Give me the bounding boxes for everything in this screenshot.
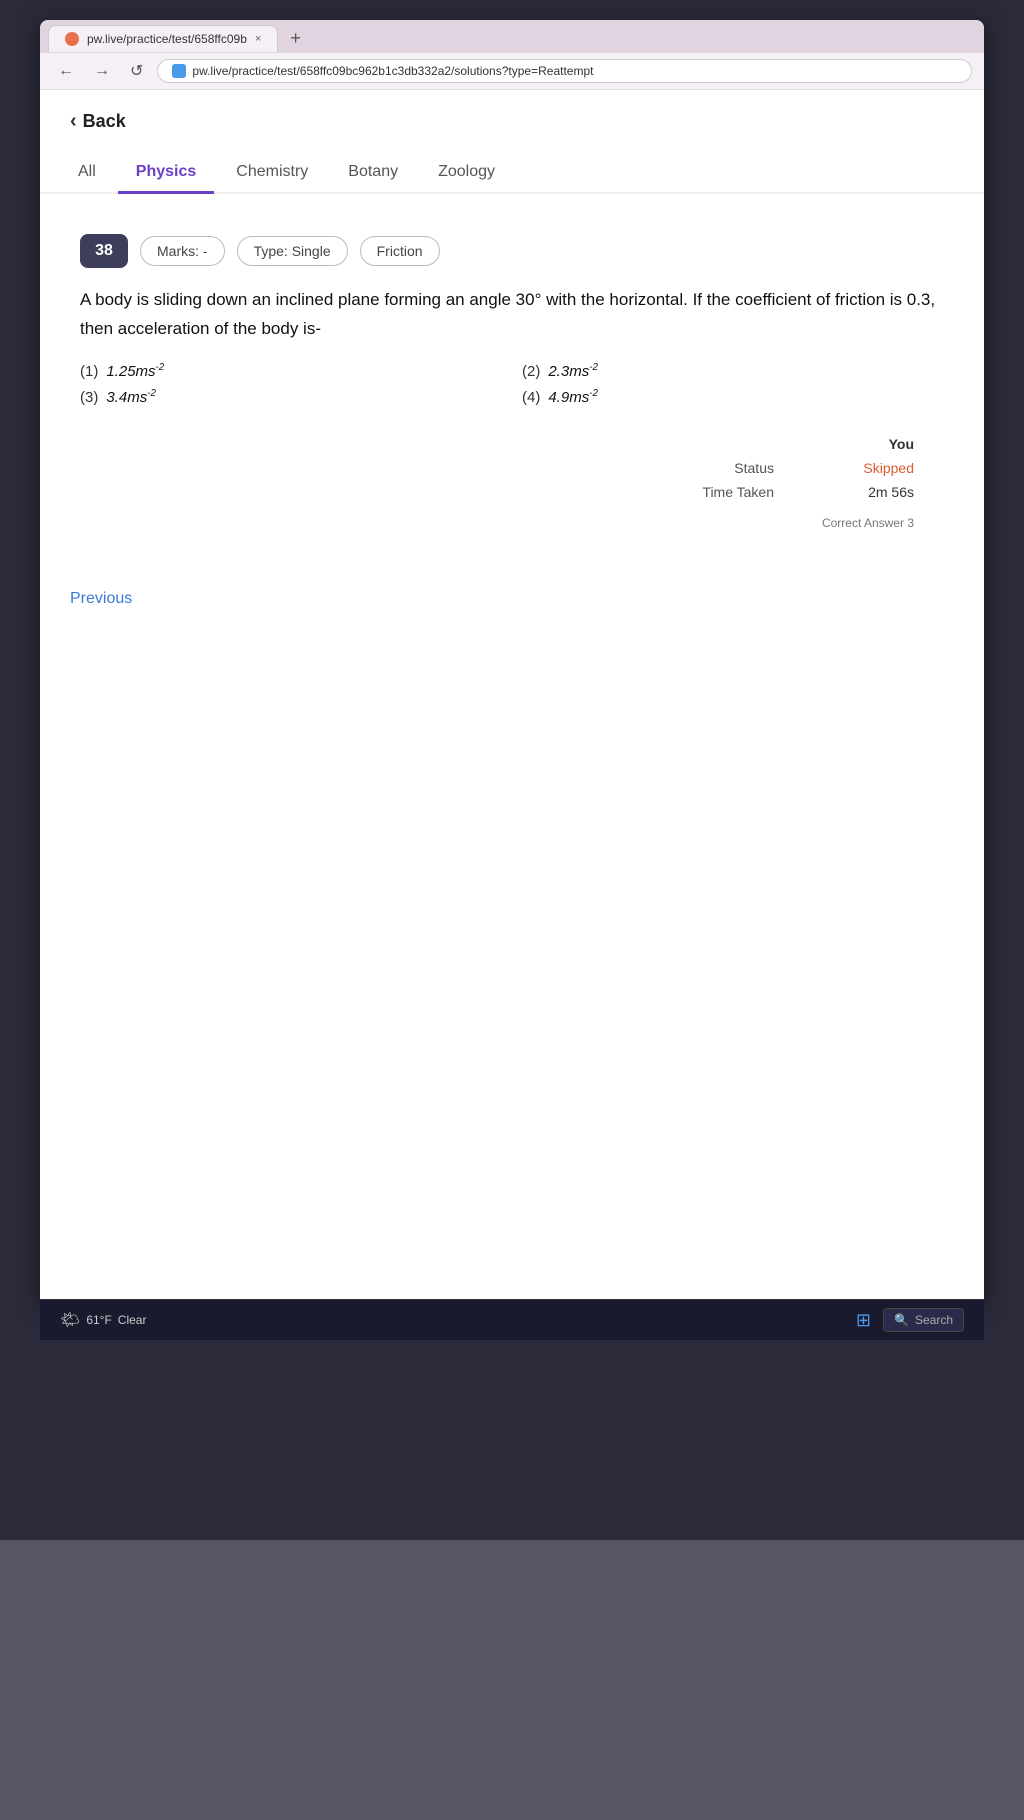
weather-desc: Clear: [118, 1313, 147, 1327]
tab-chemistry[interactable]: Chemistry: [218, 153, 326, 194]
previous-button[interactable]: Previous: [70, 590, 132, 608]
back-label: Back: [83, 111, 126, 132]
address-bar-row: ← → ↺ pw.live/practice/test/658ffc09bc96…: [40, 53, 984, 90]
search-icon: 🔍: [894, 1313, 909, 1327]
tab-bar: pw.live/practice/test/658ffc09b × +: [40, 20, 984, 53]
taskbar-left: 🌤 61°F Clear: [60, 1310, 146, 1330]
question-card: 38 Marks: - Type: Single Friction A body…: [60, 214, 964, 550]
question-text: A body is sliding down an inclined plane…: [80, 286, 944, 344]
marks-badge: Marks: -: [140, 236, 225, 266]
nav-bottom: Previous: [40, 570, 984, 628]
you-label: You: [889, 436, 914, 452]
time-value: 2m 56s: [834, 484, 914, 500]
status-row: Status Skipped: [80, 460, 914, 476]
tab-favicon: [65, 32, 79, 46]
subject-tabs: All Physics Chemistry Botany Zoology: [40, 143, 984, 194]
browser-tab[interactable]: pw.live/practice/test/658ffc09b ×: [48, 25, 278, 52]
back-chevron-icon: ‹: [70, 110, 77, 133]
back-nav[interactable]: ‹ Back: [40, 90, 984, 143]
option-1-val: 1.25ms-2: [106, 362, 164, 380]
taskbar-right: ⊞ 🔍 Search: [856, 1308, 964, 1332]
tab-botany[interactable]: Botany: [330, 153, 416, 194]
address-url: pw.live/practice/test/658ffc09bc962b1c3d…: [192, 64, 593, 78]
option-4-num: (4): [522, 389, 540, 406]
option-2-num: (2): [522, 363, 540, 380]
tab-title: pw.live/practice/test/658ffc09b: [87, 32, 247, 46]
search-label: Search: [915, 1313, 953, 1327]
type-badge: Type: Single: [237, 236, 348, 266]
status-section: You Status Skipped Time Taken 2m 56s Cor…: [80, 436, 944, 530]
tab-physics[interactable]: Physics: [118, 153, 214, 194]
question-number: 38: [80, 234, 128, 268]
option-3[interactable]: (3) 3.4ms-2: [80, 388, 502, 406]
option-2[interactable]: (2) 2.3ms-2: [522, 362, 944, 380]
weather-icon: 🌤: [60, 1310, 80, 1330]
page-content: ‹ Back All Physics Chemistry Botany Zoo: [40, 90, 984, 1299]
forward-button[interactable]: →: [88, 60, 116, 82]
status-label: Status: [734, 460, 774, 476]
address-bar[interactable]: pw.live/practice/test/658ffc09bc962b1c3d…: [157, 59, 972, 83]
option-4[interactable]: (4) 4.9ms-2: [522, 388, 944, 406]
taskbar: 🌤 61°F Clear ⊞ 🔍 Search: [40, 1299, 984, 1340]
refresh-button[interactable]: ↺: [124, 59, 149, 83]
time-label: Time Taken: [702, 484, 774, 500]
temperature: 61°F: [86, 1313, 111, 1327]
question-meta: 38 Marks: - Type: Single Friction: [80, 234, 944, 268]
address-icon: [172, 64, 186, 78]
option-1[interactable]: (1) 1.25ms-2: [80, 362, 502, 380]
correct-answer: Correct Answer 3: [822, 516, 914, 530]
topic-badge: Friction: [360, 236, 440, 266]
option-1-num: (1): [80, 363, 98, 380]
option-2-val: 2.3ms-2: [548, 362, 598, 380]
options-grid: (1) 1.25ms-2 (2) 2.3ms-2 (3) 3.4ms-2 (4)…: [80, 362, 944, 406]
option-3-val: 3.4ms-2: [106, 388, 156, 406]
windows-icon[interactable]: ⊞: [856, 1310, 871, 1331]
time-row: Time Taken 2m 56s: [80, 484, 914, 500]
tab-zoology[interactable]: Zoology: [420, 153, 513, 194]
tab-all[interactable]: All: [60, 153, 114, 194]
status-value: Skipped: [834, 460, 914, 476]
option-3-num: (3): [80, 389, 98, 406]
back-button[interactable]: ←: [52, 60, 80, 82]
tab-close-button[interactable]: ×: [255, 33, 261, 45]
weather-widget: 🌤 61°F Clear: [60, 1310, 146, 1330]
taskbar-search[interactable]: 🔍 Search: [883, 1308, 964, 1332]
option-4-val: 4.9ms-2: [548, 388, 598, 406]
new-tab-button[interactable]: +: [282, 24, 309, 53]
desk-area: [0, 1540, 1024, 1820]
